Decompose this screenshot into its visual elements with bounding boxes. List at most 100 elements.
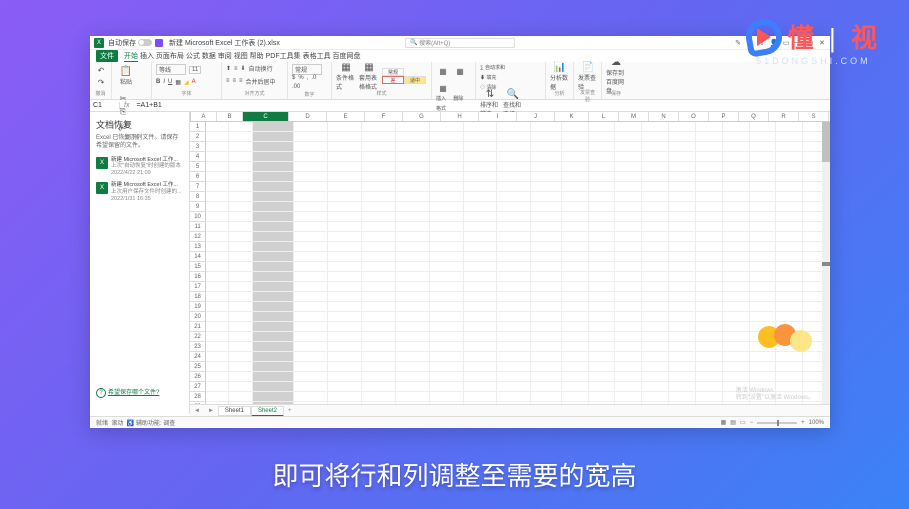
cell[interactable] <box>362 232 396 242</box>
cell[interactable] <box>562 252 589 262</box>
cell[interactable] <box>253 352 294 362</box>
cell[interactable] <box>615 382 642 392</box>
cell[interactable] <box>669 392 696 402</box>
cell[interactable] <box>750 172 777 182</box>
sheet-tab-Sheet2[interactable]: Sheet2 <box>251 406 284 417</box>
cell[interactable] <box>253 242 294 252</box>
cell[interactable] <box>497 282 531 292</box>
row-header[interactable]: 16 <box>190 272 206 282</box>
cell[interactable] <box>396 162 430 172</box>
cell[interactable] <box>362 262 396 272</box>
cell[interactable] <box>206 142 229 152</box>
cell[interactable] <box>776 192 803 202</box>
tab-视图[interactable]: 视图 <box>234 53 248 60</box>
undo-icon[interactable]: ↶ <box>94 64 108 77</box>
cell[interactable] <box>696 372 723 382</box>
row-header[interactable]: 26 <box>190 372 206 382</box>
cell[interactable] <box>776 182 803 192</box>
cell[interactable] <box>497 192 531 202</box>
cell[interactable] <box>362 162 396 172</box>
cell[interactable] <box>464 162 498 172</box>
cell[interactable] <box>615 372 642 382</box>
row-header[interactable]: 24 <box>190 352 206 362</box>
delete-cells-button[interactable]: ▦ <box>453 64 467 78</box>
cell[interactable] <box>669 142 696 152</box>
column-header-J[interactable]: J <box>517 112 555 121</box>
cell[interactable] <box>328 132 362 142</box>
analyze-data-button[interactable]: 📊分析数据 <box>550 64 570 88</box>
cell[interactable] <box>562 382 589 392</box>
cell[interactable] <box>396 312 430 322</box>
cell[interactable] <box>615 352 642 362</box>
cell[interactable] <box>229 392 252 402</box>
cell[interactable] <box>430 272 464 282</box>
cell[interactable] <box>642 312 669 322</box>
cell[interactable] <box>531 302 561 312</box>
cell[interactable] <box>362 202 396 212</box>
cell[interactable] <box>615 222 642 232</box>
cell[interactable] <box>615 232 642 242</box>
cell[interactable] <box>497 392 531 402</box>
cell[interactable] <box>696 232 723 242</box>
cell[interactable] <box>362 212 396 222</box>
cell[interactable] <box>396 132 430 142</box>
cell[interactable] <box>669 382 696 392</box>
tab-审阅[interactable]: 审阅 <box>218 53 232 60</box>
cell[interactable] <box>430 132 464 142</box>
row-header[interactable]: 18 <box>190 292 206 302</box>
cell[interactable] <box>294 392 328 402</box>
cell[interactable] <box>253 312 294 322</box>
cell[interactable] <box>229 242 252 252</box>
decrease-decimal-icon[interactable]: .00 <box>292 84 300 90</box>
column-header-D[interactable]: D <box>289 112 327 121</box>
cell[interactable] <box>750 152 777 162</box>
cell[interactable] <box>615 362 642 372</box>
column-header-F[interactable]: F <box>365 112 403 121</box>
cell[interactable] <box>229 212 252 222</box>
row-header[interactable]: 28 <box>190 392 206 402</box>
cell[interactable] <box>696 362 723 372</box>
fx-icon[interactable]: fx <box>120 102 133 109</box>
cell[interactable] <box>696 172 723 182</box>
cell[interactable] <box>206 322 229 332</box>
cell[interactable] <box>206 192 229 202</box>
cell[interactable] <box>206 262 229 272</box>
cell[interactable] <box>396 202 430 212</box>
cell[interactable] <box>253 372 294 382</box>
cell[interactable] <box>531 202 561 212</box>
cell[interactable] <box>723 302 750 312</box>
cell[interactable] <box>253 262 294 272</box>
cell[interactable] <box>615 312 642 322</box>
save-baidu-button[interactable]: ☁保存到百度网盘 <box>606 64 626 88</box>
cell[interactable] <box>328 342 362 352</box>
cell[interactable] <box>776 272 803 282</box>
cell[interactable] <box>294 322 328 332</box>
cell[interactable] <box>562 392 589 402</box>
cell[interactable] <box>229 352 252 362</box>
cell[interactable] <box>430 212 464 222</box>
cell[interactable] <box>328 172 362 182</box>
tab-开始[interactable]: 开始 <box>124 53 138 62</box>
cell[interactable] <box>723 332 750 342</box>
cell[interactable] <box>531 322 561 332</box>
cell[interactable] <box>615 142 642 152</box>
cell[interactable] <box>229 172 252 182</box>
cell[interactable] <box>396 382 430 392</box>
merge-cells-button[interactable]: 合并后居中 <box>246 77 276 86</box>
cell[interactable] <box>562 312 589 322</box>
cell[interactable] <box>589 232 616 242</box>
cell[interactable] <box>723 372 750 382</box>
cell[interactable] <box>776 362 803 372</box>
cell[interactable] <box>396 142 430 152</box>
cell[interactable] <box>497 222 531 232</box>
cell[interactable] <box>642 232 669 242</box>
row-header[interactable]: 25 <box>190 362 206 372</box>
column-header-M[interactable]: M <box>619 112 649 121</box>
cell[interactable] <box>723 322 750 332</box>
comma-icon[interactable]: , <box>307 75 309 81</box>
cell[interactable] <box>642 222 669 232</box>
pen-icon[interactable]: ✎ <box>734 39 742 47</box>
cell[interactable] <box>430 122 464 132</box>
cell[interactable] <box>696 322 723 332</box>
row-header[interactable]: 11 <box>190 222 206 232</box>
